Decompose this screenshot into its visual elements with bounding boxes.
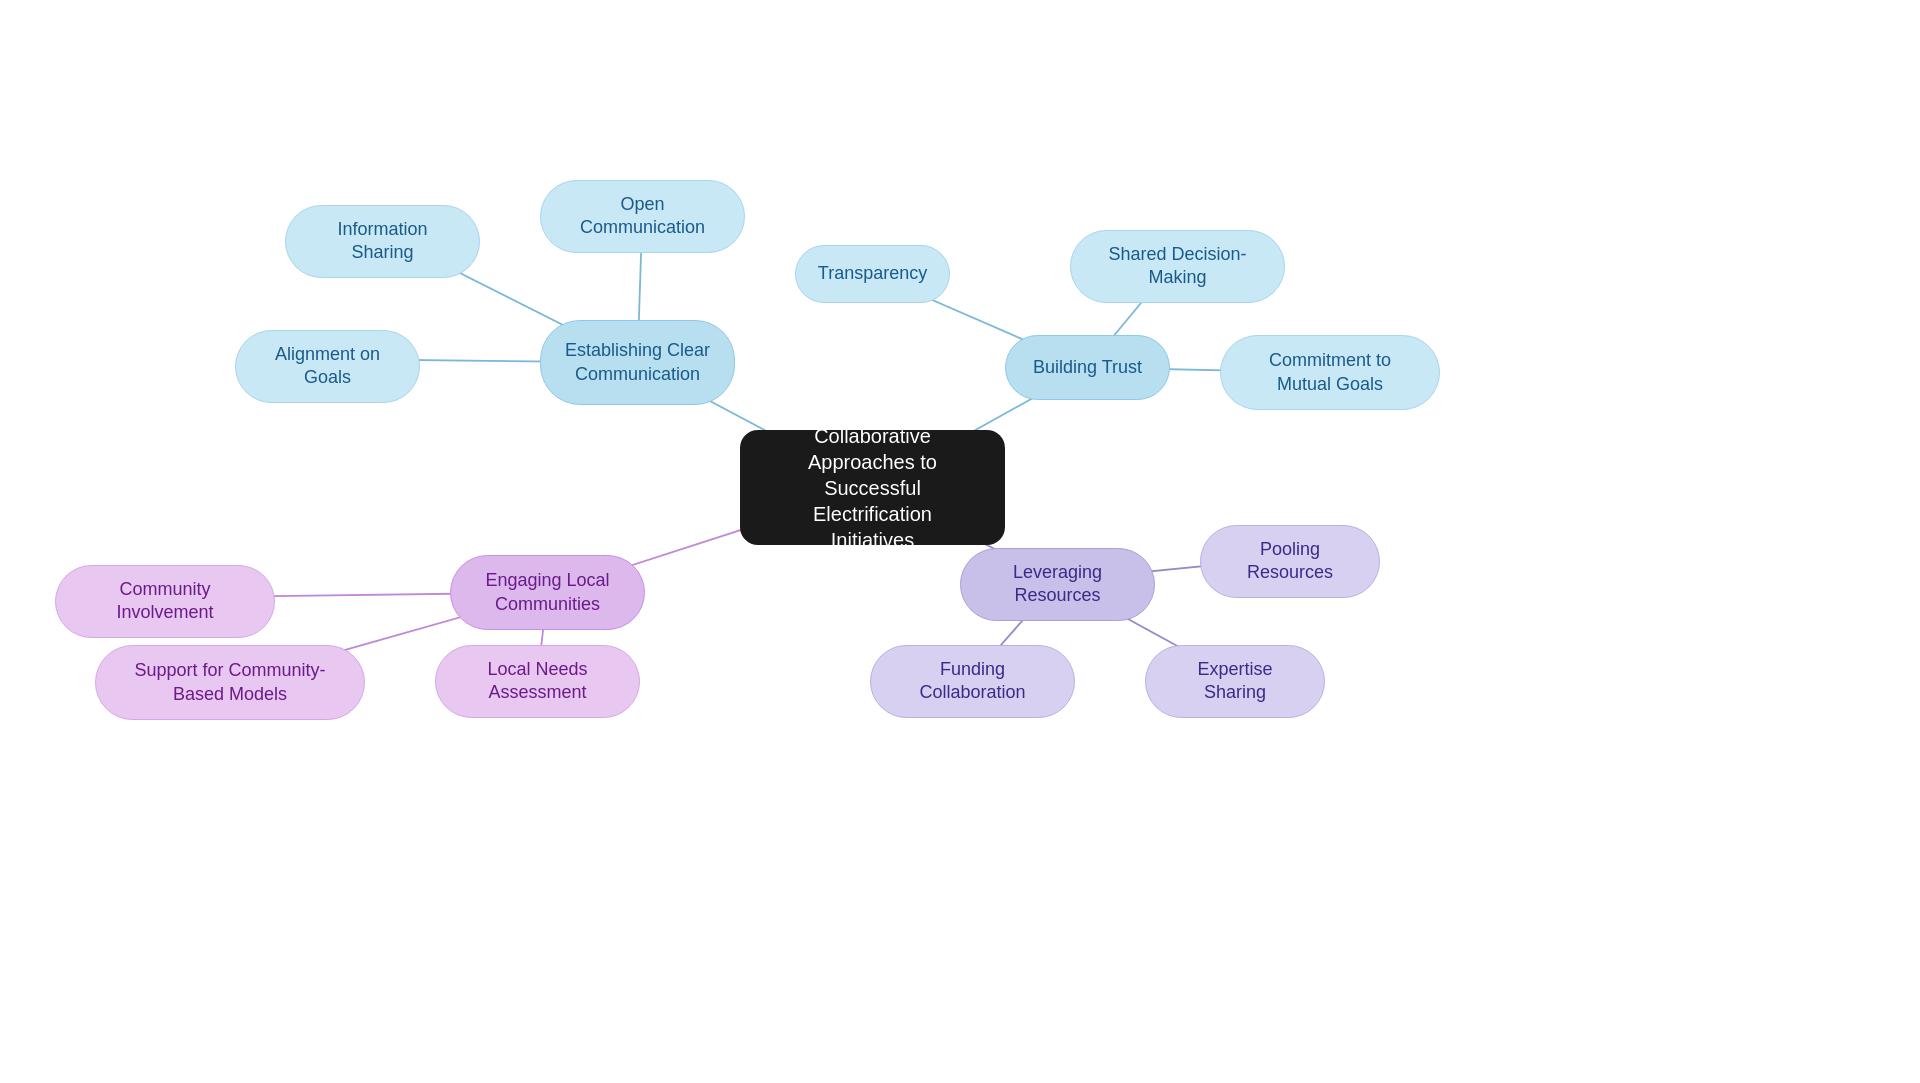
mindmap-node: Support for Community-Based Models — [95, 645, 365, 720]
mindmap-node: Funding Collaboration — [870, 645, 1075, 718]
mindmap-node: Leveraging Resources — [960, 548, 1155, 621]
mindmap-node: Alignment on Goals — [235, 330, 420, 403]
mindmap-node: Establishing Clear Communication — [540, 320, 735, 405]
mindmap-node: Open Communication — [540, 180, 745, 253]
mindmap-node: Local Needs Assessment — [435, 645, 640, 718]
mindmap-node: Building Trust — [1005, 335, 1170, 400]
mindmap-node: Transparency — [795, 245, 950, 303]
mindmap-node: Expertise Sharing — [1145, 645, 1325, 718]
mindmap: Collaborative Approaches to Successful E… — [0, 0, 1920, 1083]
mindmap-node: Community Involvement — [55, 565, 275, 638]
mindmap-node: Commitment to Mutual Goals — [1220, 335, 1440, 410]
mindmap-node: Pooling Resources — [1200, 525, 1380, 598]
mindmap-node: Collaborative Approaches to Successful E… — [740, 430, 1005, 545]
mindmap-node: Shared Decision-Making — [1070, 230, 1285, 303]
mindmap-node: Information Sharing — [285, 205, 480, 278]
mindmap-node: Engaging Local Communities — [450, 555, 645, 630]
